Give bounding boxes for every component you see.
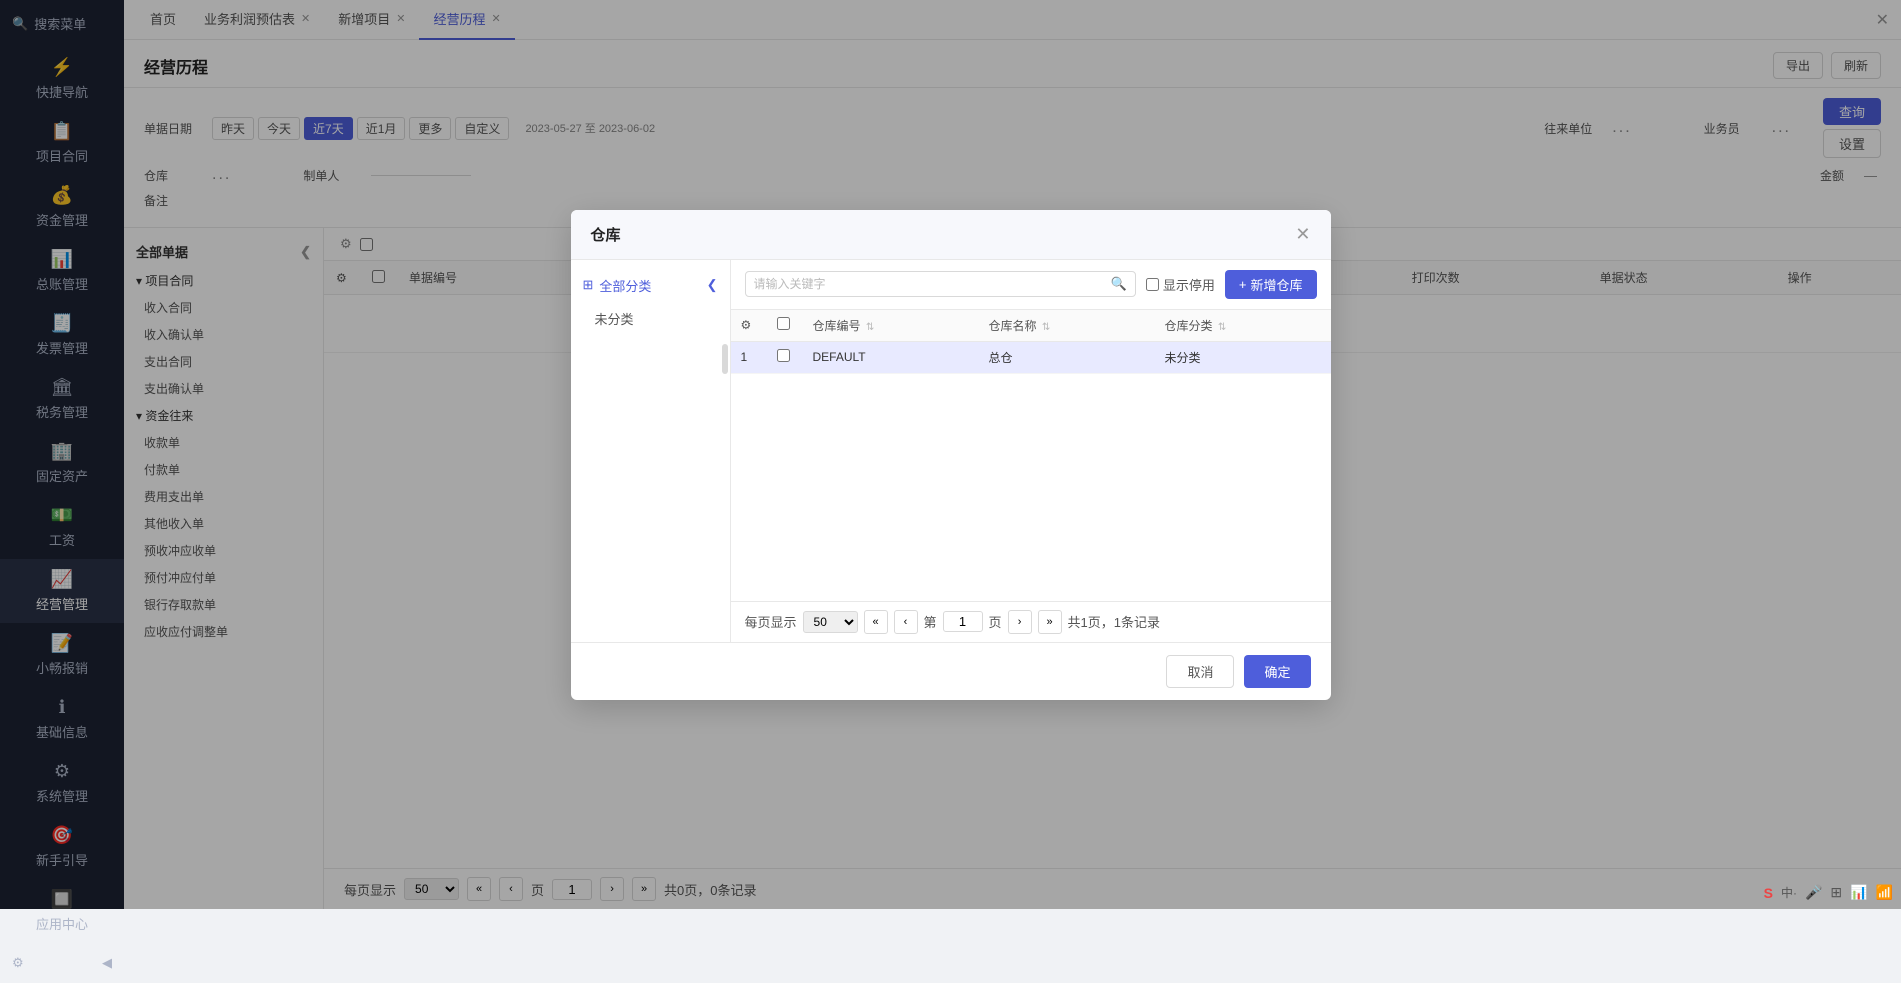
modal-next-page[interactable]: ›	[1008, 610, 1032, 634]
mic-icon: 🎤	[1805, 884, 1822, 901]
modal-prev-page[interactable]: ‹	[894, 610, 918, 634]
modal-search-input[interactable]	[754, 277, 1105, 291]
show-disabled-checkbox-label[interactable]: 显示停用	[1146, 275, 1215, 294]
modal-page-size-label: 每页显示	[745, 612, 797, 631]
scrollbar-thumb[interactable]	[722, 344, 728, 374]
modal-table-container: ⚙ 仓库编号 ⇅ 仓库名称 ⇅ 仓库分类 ⇅ 1 DEFAU	[731, 310, 1331, 601]
chart-icon: 📊	[1850, 884, 1867, 901]
brand-logo: S	[1764, 885, 1773, 901]
bottom-logos: S 中· 🎤 ⊞ 📊 📶	[1764, 884, 1893, 901]
modal-table-row[interactable]: 1 DEFAULT 总仓 未分类	[731, 341, 1331, 373]
modal-search-icon[interactable]: 🔍	[1111, 276, 1127, 292]
modal-toolbar: 🔍 显示停用 + 新增仓库	[731, 260, 1331, 310]
grid-icon: ⊞	[1830, 884, 1842, 901]
modal-body: ⊞ 全部分类 ❮ 未分类 🔍	[571, 260, 1331, 642]
modal-left-collapse-icon[interactable]: ❮	[707, 277, 718, 293]
all-category-icon: ⊞	[583, 277, 594, 293]
modal-confirm-button[interactable]: 确定	[1244, 655, 1310, 688]
modal-page-label: 页	[989, 612, 1002, 631]
modal-overlay: 仓库 ✕ ⊞ 全部分类 ❮ 未分类	[0, 0, 1901, 909]
sidebar-bottom: ⚙ ◀	[0, 943, 124, 983]
modal-col-code[interactable]: 仓库编号 ⇅	[803, 310, 979, 342]
modal-col-checkbox[interactable]	[767, 310, 803, 342]
modal-col-name[interactable]: 仓库名称 ⇅	[979, 310, 1155, 342]
all-category-label: 全部分类	[599, 276, 651, 295]
unclassified-label: 未分类	[595, 312, 634, 327]
row-code-cell: DEFAULT	[803, 341, 979, 373]
row-name-cell: 总仓	[979, 341, 1155, 373]
modal-col-settings[interactable]: ⚙	[731, 310, 767, 342]
brand-label: 中·	[1781, 884, 1797, 901]
row-checkbox-cell[interactable]	[767, 341, 803, 373]
modal-right-panel: 🔍 显示停用 + 新增仓库	[731, 260, 1331, 642]
modal-first-page[interactable]: «	[864, 610, 888, 634]
row-category-cell: 未分类	[1155, 341, 1331, 373]
modal-header: 仓库 ✕	[571, 210, 1331, 260]
modal-left-panel: ⊞ 全部分类 ❮ 未分类	[571, 260, 731, 642]
row-settings-cell: 1	[731, 341, 767, 373]
modal-last-page[interactable]: »	[1038, 610, 1062, 634]
modal-col-category[interactable]: 仓库分类 ⇅	[1155, 310, 1331, 342]
modal-warehouse-table: ⚙ 仓库编号 ⇅ 仓库名称 ⇅ 仓库分类 ⇅ 1 DEFAU	[731, 310, 1331, 374]
show-disabled-checkbox[interactable]	[1146, 278, 1159, 291]
modal-total-info: 共1页，1条记录	[1068, 612, 1160, 631]
modal-page-input[interactable]	[943, 611, 983, 632]
modal-cancel-button[interactable]: 取消	[1166, 655, 1234, 688]
modal-category-unclassified[interactable]: 未分类	[571, 303, 730, 334]
modal-close-button[interactable]: ✕	[1295, 224, 1310, 245]
warehouse-modal: 仓库 ✕ ⊞ 全部分类 ❮ 未分类	[571, 210, 1331, 700]
modal-page-word: 第	[924, 612, 937, 631]
sidebar-settings-icon[interactable]: ⚙	[12, 955, 24, 971]
sidebar-collapse-icon[interactable]: ◀	[102, 955, 112, 971]
modal-pagination: 每页显示 50 100 « ‹ 第 页 › » 共1页，1条记录	[731, 601, 1331, 642]
add-warehouse-label: 新增仓库	[1250, 275, 1302, 294]
show-disabled-label: 显示停用	[1163, 275, 1215, 294]
modal-left-all-category[interactable]: ⊞ 全部分类 ❮	[571, 268, 730, 303]
modal-title: 仓库	[591, 224, 621, 245]
modal-search-box: 🔍	[745, 271, 1136, 297]
wifi-icon: 📶	[1876, 884, 1893, 901]
add-warehouse-plus-icon: +	[1239, 277, 1247, 292]
add-warehouse-button[interactable]: + 新增仓库	[1225, 270, 1317, 299]
sidebar-item-label: 应用中心	[36, 914, 88, 933]
modal-page-size-select[interactable]: 50 100	[803, 611, 858, 633]
modal-footer: 取消 确定	[571, 642, 1331, 700]
